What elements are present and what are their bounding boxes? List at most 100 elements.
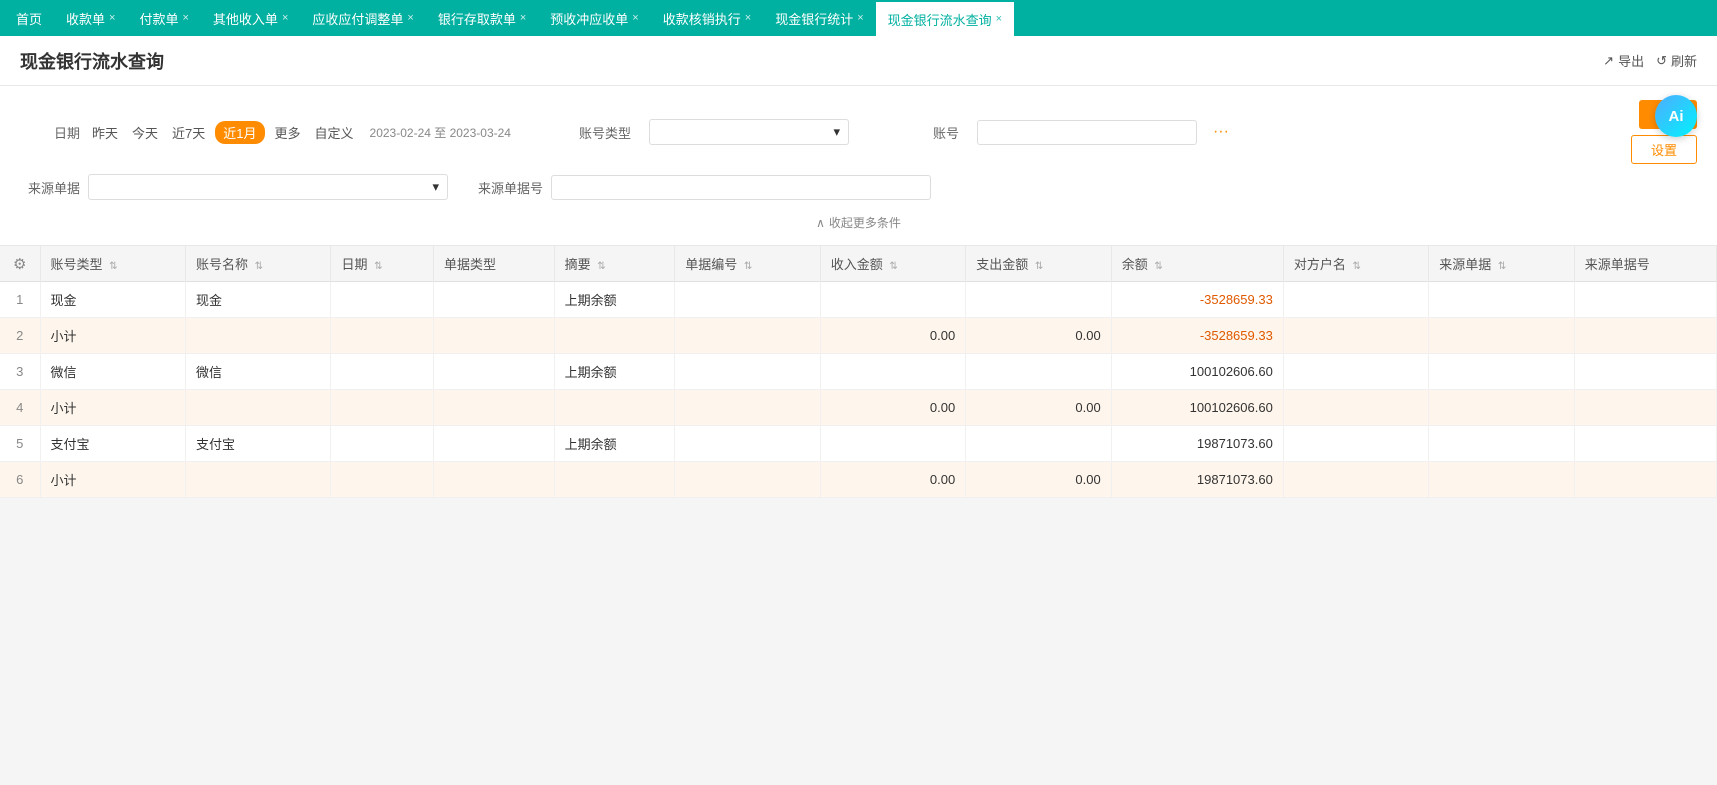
table-row[interactable]: 6小计0.000.0019871073.60 [0,462,1717,498]
table-row[interactable]: 3微信微信上期余额100102606.60 [0,354,1717,390]
date-opt-1month[interactable]: 近1月 [215,121,264,144]
sort-icon: ⇅ [374,261,382,272]
row-index: 3 [0,354,40,390]
nav-tab-qitashouru[interactable]: 其他收入单 × [201,0,300,36]
ai-label: Ai [1669,108,1684,125]
home-label: 首页 [16,9,42,28]
cell-doc_type [433,390,554,426]
row-index: 1 [0,282,40,318]
date-opt-custom[interactable]: 自定义 [311,121,358,144]
cell-summary: 上期余额 [554,426,675,462]
cell-doc_type [433,462,554,498]
ai-assistant-badge[interactable]: Ai [1655,95,1697,137]
cell-account_name: 微信 [185,354,330,390]
refresh-button[interactable]: ↺ 刷新 [1656,51,1697,70]
account-input[interactable] [977,120,1197,145]
header-actions: ↗ 导出 ↺ 刷新 [1603,51,1697,70]
nav-tab-liushui[interactable]: 现金银行流水查询 × [876,0,1014,36]
nav-tab-xianjintongji[interactable]: 现金银行统计 × [763,0,875,36]
close-icon[interactable]: × [520,12,526,24]
date-opt-today[interactable]: 今天 [128,121,162,144]
cell-account_name [185,462,330,498]
nav-tab-shoukuanhexiao[interactable]: 收款核销执行 × [651,0,763,36]
data-table: ⚙ 账号类型 ⇅ 账号名称 ⇅ 日期 ⇅ 单据类型 摘要 ⇅ 单据编号 ⇅ 收入… [0,246,1717,498]
row-index: 5 [0,426,40,462]
export-icon: ↗ [1603,53,1614,69]
cell-date [331,354,434,390]
nav-tab-shoukuandan[interactable]: 收款单 × [54,0,127,36]
tab-label: 收款单 [66,9,105,28]
nav-tab-yushou[interactable]: 预收冲应收单 × [538,0,650,36]
tab-label: 预收冲应收单 [550,9,628,28]
col-doc-type[interactable]: 单据类型 [433,246,554,282]
close-icon[interactable]: × [282,12,288,24]
col-balance[interactable]: 余额 ⇅ [1111,246,1283,282]
nav-tab-fukuandan[interactable]: 付款单 × [127,0,200,36]
col-expense[interactable]: 支出金额 ⇅ [966,246,1111,282]
close-icon[interactable]: × [407,12,413,24]
nav-tab-yingshou[interactable]: 应收应付调整单 × [300,0,425,36]
col-summary[interactable]: 摘要 ⇅ [554,246,675,282]
source-doc-num-input[interactable] [551,175,931,200]
page-header: 现金银行流水查询 ↗ 导出 ↺ 刷新 [0,36,1717,86]
more-options-icon[interactable]: ··· [1213,123,1229,141]
date-opt-7days[interactable]: 近7天 [168,121,209,144]
filter-area: 日期 昨天 今天 近7天 近1月 更多 自定义 2023-02-24 至 202… [0,86,1717,246]
close-icon[interactable]: × [632,12,638,24]
cell-expense [966,282,1111,318]
date-opt-more[interactable]: 更多 [271,121,305,144]
col-settings[interactable]: ⚙ [0,246,40,282]
col-account-type[interactable]: 账号类型 ⇅ [40,246,185,282]
table-row[interactable]: 2小计0.000.00-3528659.33 [0,318,1717,354]
account-label: 账号 [899,123,959,142]
cell-income [820,426,965,462]
top-navigation: 首页 收款单 × 付款单 × 其他收入单 × 应收应付调整单 × 银行存取款单 … [0,0,1717,36]
close-icon[interactable]: × [857,12,863,24]
cell-doc_type [433,354,554,390]
table-row[interactable]: 1现金现金上期余额-3528659.33 [0,282,1717,318]
close-icon[interactable]: × [109,12,115,24]
export-button[interactable]: ↗ 导出 [1603,51,1644,70]
col-income[interactable]: 收入金额 ⇅ [820,246,965,282]
close-icon[interactable]: × [182,12,188,24]
cell-account_type: 支付宝 [40,426,185,462]
source-doc-select[interactable]: ▾ [88,174,448,200]
sort-icon: ⇅ [255,261,263,272]
date-opt-yesterday[interactable]: 昨天 [88,121,122,144]
filter-row-source: 来源单据 ▾ 来源单据号 [20,174,1697,200]
col-source-doc-no[interactable]: 来源单据号 [1574,246,1716,282]
cell-doc_type [433,426,554,462]
cell-doc_no [675,462,820,498]
cell-source_doc [1429,318,1574,354]
col-doc-no[interactable]: 单据编号 ⇅ [675,246,820,282]
account-type-select[interactable]: ▾ [649,119,849,145]
collapse-bar[interactable]: ∧ 收起更多条件 [20,210,1697,235]
col-date[interactable]: 日期 ⇅ [331,246,434,282]
row-index: 2 [0,318,40,354]
cell-source_doc_no [1574,462,1716,498]
cell-balance: 19871073.60 [1111,462,1283,498]
settings-gear-icon[interactable]: ⚙ [13,256,26,273]
cell-summary [554,462,675,498]
cell-doc_no [675,318,820,354]
table-row[interactable]: 4小计0.000.00100102606.60 [0,390,1717,426]
page-title: 现金银行流水查询 [20,48,164,74]
close-icon[interactable]: × [996,13,1002,25]
cell-summary: 上期余额 [554,282,675,318]
cell-source_doc [1429,354,1574,390]
settings-button[interactable]: 设置 [1631,135,1697,164]
table-row[interactable]: 5支付宝支付宝上期余额19871073.60 [0,426,1717,462]
col-account-name[interactable]: 账号名称 ⇅ [185,246,330,282]
cell-expense: 0.00 [966,390,1111,426]
tab-label: 付款单 [139,9,178,28]
col-source-doc[interactable]: 来源单据 ⇅ [1429,246,1574,282]
close-icon[interactable]: × [745,12,751,24]
tab-label: 应收应付调整单 [312,9,403,28]
chevron-down-icon: ▾ [432,179,439,195]
col-counterpart[interactable]: 对方户名 ⇅ [1283,246,1428,282]
cell-date [331,318,434,354]
cell-account_type: 现金 [40,282,185,318]
nav-home[interactable]: 首页 [4,0,54,36]
cell-account_type: 小计 [40,462,185,498]
nav-tab-yinhang[interactable]: 银行存取款单 × [426,0,538,36]
